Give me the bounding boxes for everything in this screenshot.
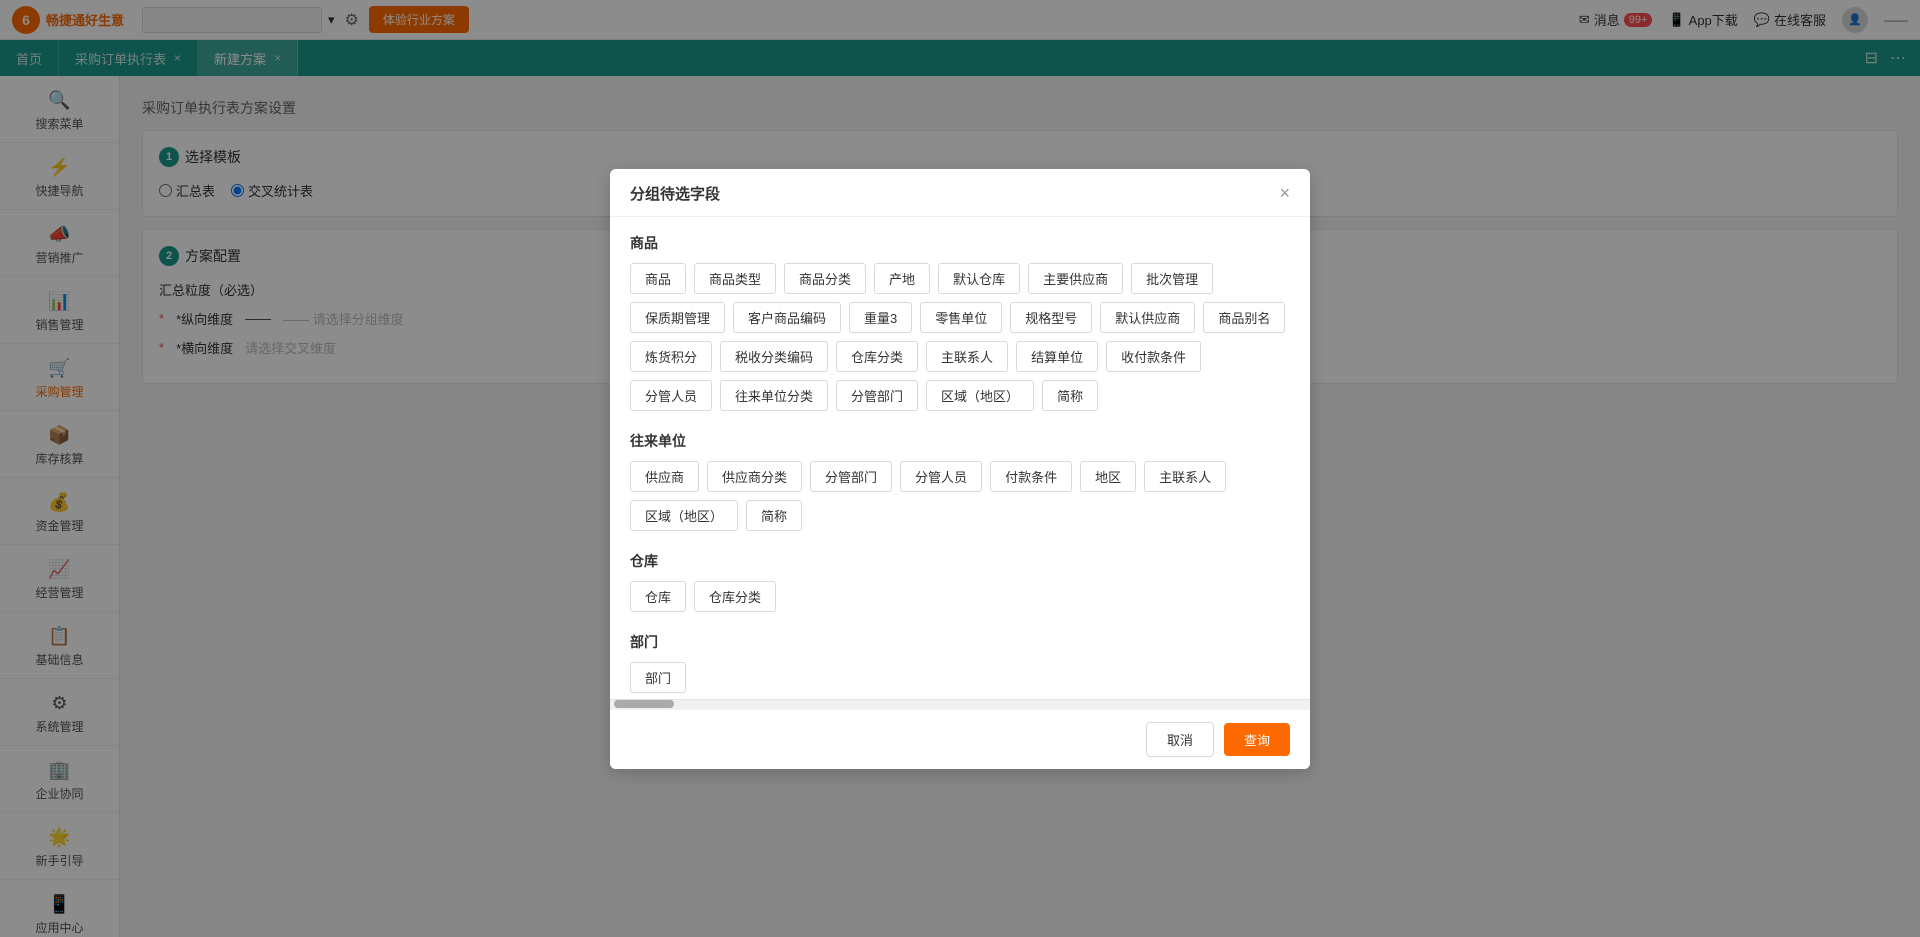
modal-title: 分组待选字段 [630,183,720,204]
field-group-warehouse-title: 仓库 [630,551,1290,571]
modal-confirm-button[interactable]: 查询 [1224,723,1290,756]
field-tag-wh-0[interactable]: 仓库 [630,581,686,612]
field-tag-goods-10[interactable]: 零售单位 [920,302,1002,333]
field-tag-goods-15[interactable]: 税收分类编码 [720,341,828,372]
field-tag-goods-18[interactable]: 结算单位 [1016,341,1098,372]
field-tags-counterpart: 供应商 供应商分类 分管部门 分管人员 付款条件 地区 主联系人 区域（地区） … [630,461,1290,531]
field-group-department-title: 部门 [630,632,1290,652]
field-group-goods-title: 商品 [630,233,1290,253]
field-tag-cp-8[interactable]: 简称 [746,500,802,531]
field-tag-goods-7[interactable]: 保质期管理 [630,302,725,333]
field-tag-cp-0[interactable]: 供应商 [630,461,699,492]
field-tag-goods-2[interactable]: 商品分类 [784,263,866,294]
field-tag-goods-24[interactable]: 简称 [1042,380,1098,411]
field-tag-cp-5[interactable]: 地区 [1080,461,1136,492]
modal-overlay: 分组待选字段 × 商品 商品 商品类型 商品分类 产地 默认仓库 主要供应商 批… [0,0,1920,937]
field-tag-cp-4[interactable]: 付款条件 [990,461,1072,492]
field-tag-goods-11[interactable]: 规格型号 [1010,302,1092,333]
field-tag-goods-23[interactable]: 区域（地区） [926,380,1034,411]
field-tag-wh-1[interactable]: 仓库分类 [694,581,776,612]
modal-close-button[interactable]: × [1279,183,1290,204]
field-tag-goods-3[interactable]: 产地 [874,263,930,294]
scrollbar-thumb[interactable] [614,700,674,708]
field-tag-goods-20[interactable]: 分管人员 [630,380,712,411]
modal-body: 商品 商品 商品类型 商品分类 产地 默认仓库 主要供应商 批次管理 保质期管理… [610,217,1310,699]
field-tag-goods-4[interactable]: 默认仓库 [938,263,1020,294]
field-tag-goods-16[interactable]: 仓库分类 [836,341,918,372]
modal-horizontal-scrollbar[interactable] [610,699,1310,709]
modal-footer: 取消 查询 [610,709,1310,769]
field-group-counterpart: 往来单位 供应商 供应商分类 分管部门 分管人员 付款条件 地区 主联系人 区域… [630,431,1290,531]
field-tag-goods-21[interactable]: 往来单位分类 [720,380,828,411]
field-tag-dept-0[interactable]: 部门 [630,662,686,693]
modal-cancel-button[interactable]: 取消 [1146,722,1214,757]
field-group-counterpart-title: 往来单位 [630,431,1290,451]
field-tag-cp-2[interactable]: 分管部门 [810,461,892,492]
field-tag-goods-13[interactable]: 商品别名 [1203,302,1285,333]
field-group-warehouse: 仓库 仓库 仓库分类 [630,551,1290,612]
field-tags-warehouse: 仓库 仓库分类 [630,581,1290,612]
field-tag-goods-0[interactable]: 商品 [630,263,686,294]
field-tag-cp-6[interactable]: 主联系人 [1144,461,1226,492]
field-tag-goods-17[interactable]: 主联系人 [926,341,1008,372]
field-tag-goods-5[interactable]: 主要供应商 [1028,263,1123,294]
field-tag-goods-9[interactable]: 重量3 [849,302,912,333]
field-tag-goods-6[interactable]: 批次管理 [1131,263,1213,294]
field-tags-department: 部门 [630,662,1290,693]
field-tag-goods-22[interactable]: 分管部门 [836,380,918,411]
field-tag-cp-7[interactable]: 区域（地区） [630,500,738,531]
modal-header: 分组待选字段 × [610,169,1310,217]
modal-dialog: 分组待选字段 × 商品 商品 商品类型 商品分类 产地 默认仓库 主要供应商 批… [610,169,1310,769]
field-tag-goods-8[interactable]: 客户商品编码 [733,302,841,333]
field-group-department: 部门 部门 [630,632,1290,693]
field-group-goods: 商品 商品 商品类型 商品分类 产地 默认仓库 主要供应商 批次管理 保质期管理… [630,233,1290,411]
field-tag-goods-12[interactable]: 默认供应商 [1100,302,1195,333]
field-tags-goods: 商品 商品类型 商品分类 产地 默认仓库 主要供应商 批次管理 保质期管理 客户… [630,263,1290,411]
field-tag-cp-3[interactable]: 分管人员 [900,461,982,492]
field-tag-cp-1[interactable]: 供应商分类 [707,461,802,492]
field-tag-goods-19[interactable]: 收付款条件 [1106,341,1201,372]
field-tag-goods-1[interactable]: 商品类型 [694,263,776,294]
field-tag-goods-14[interactable]: 炼货积分 [630,341,712,372]
